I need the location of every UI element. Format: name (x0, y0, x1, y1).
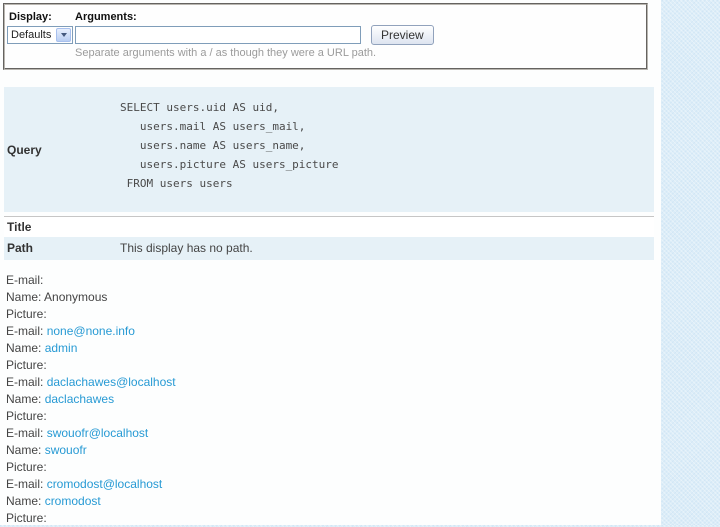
field-label: Picture: (6, 307, 47, 321)
field-label: Picture: (6, 358, 47, 372)
field-name: Name: Anonymous (6, 289, 651, 306)
field-label: E-mail: (6, 324, 44, 338)
field-picture: Picture: (6, 306, 651, 323)
field-name: Name: daclachawes (6, 391, 651, 408)
chevron-down-icon (56, 28, 71, 42)
path-label: Path (7, 241, 34, 255)
results-list: E-mail: Name: Anonymous Picture: E-mail:… (6, 272, 651, 527)
field-label: E-mail: (6, 273, 44, 287)
arguments-fieldset: Display: Defaults Arguments: Preview Sep… (3, 3, 648, 70)
user-name-link[interactable]: admin (45, 341, 78, 355)
email-link[interactable]: none@none.info (47, 324, 135, 338)
query-label: Query (7, 142, 42, 157)
field-label: Name: (6, 290, 42, 304)
field-picture: Picture: (6, 510, 651, 527)
field-label: E-mail: (6, 426, 44, 440)
title-label: Title (7, 220, 32, 234)
arguments-input[interactable] (75, 26, 361, 44)
email-link[interactable]: cromodost@localhost (47, 477, 163, 491)
field-label: Picture: (6, 511, 47, 525)
field-email: E-mail: cromodost@localhost (6, 476, 651, 493)
query-row: Query SELECT users.uid AS uid, users.mai… (4, 87, 654, 212)
email-link[interactable]: daclachawes@localhost (47, 375, 176, 389)
field-label: Name: (6, 341, 42, 355)
display-select[interactable]: Defaults (7, 26, 73, 44)
preview-button[interactable]: Preview (371, 25, 434, 45)
field-label: Name: (6, 494, 42, 508)
field-picture: Picture: (6, 459, 651, 476)
display-select-value: Defaults (11, 29, 52, 41)
field-label: E-mail: (6, 375, 44, 389)
field-label: Name: (6, 443, 42, 457)
email-link[interactable]: swouofr@localhost (47, 426, 149, 440)
field-email: E-mail: none@none.info (6, 323, 651, 340)
field-label: Name: (6, 392, 42, 406)
display-label: Display: (9, 11, 52, 23)
title-row: Title (4, 216, 654, 237)
path-row: Path This display has no path. (4, 237, 654, 260)
field-email: E-mail: (6, 272, 651, 289)
path-value: This display has no path. (120, 241, 253, 255)
field-picture: Picture: (6, 408, 651, 425)
field-name: Name: cromodost (6, 493, 651, 510)
user-name: Anonymous (44, 290, 108, 304)
user-name-link[interactable]: cromodost (45, 494, 101, 508)
user-name-link[interactable]: daclachawes (45, 392, 114, 406)
user-name-link[interactable]: swouofr (45, 443, 87, 457)
field-email: E-mail: swouofr@localhost (6, 425, 651, 442)
preview-meta: Query SELECT users.uid AS uid, users.mai… (4, 87, 654, 260)
field-label: Picture: (6, 409, 47, 423)
arguments-label: Arguments: (75, 11, 137, 23)
field-email: E-mail: daclachawes@localhost (6, 374, 651, 391)
field-label: E-mail: (6, 477, 44, 491)
field-picture: Picture: (6, 357, 651, 374)
arguments-help-text: Separate arguments with a / as though th… (75, 47, 377, 59)
field-label: Picture: (6, 460, 47, 474)
field-name: Name: swouofr (6, 442, 651, 459)
query-sql: SELECT users.uid AS uid, users.mail AS u… (120, 101, 339, 190)
field-name: Name: admin (6, 340, 651, 357)
main-content: Display: Defaults Arguments: Preview Sep… (0, 0, 661, 525)
